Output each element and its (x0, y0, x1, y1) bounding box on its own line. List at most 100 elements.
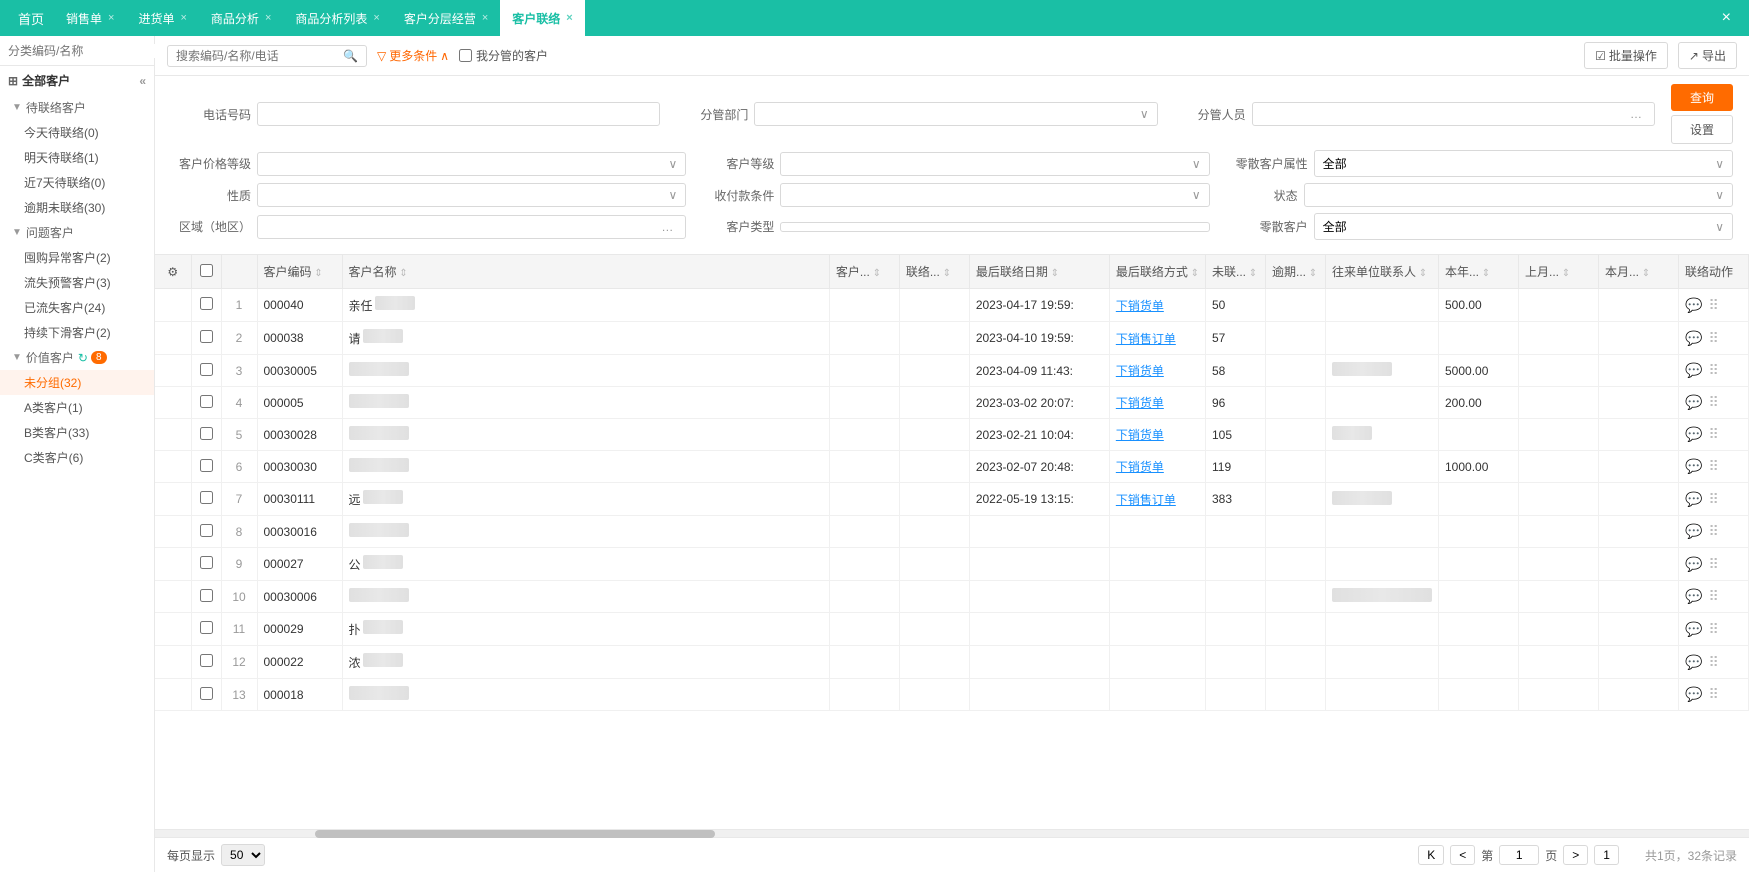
more-actions-icon[interactable]: ⠿ (1708, 588, 1718, 605)
home-tab[interactable]: 首页 (8, 0, 54, 36)
td-check[interactable] (191, 646, 221, 679)
td-last-method[interactable] (1109, 679, 1205, 711)
row-checkbox-10[interactable] (200, 621, 213, 634)
more-actions-icon[interactable]: ⠿ (1708, 426, 1718, 443)
td-check[interactable] (191, 419, 221, 451)
td-check[interactable] (191, 581, 221, 613)
status-select[interactable]: ∨ (1304, 183, 1733, 207)
th-cur-month[interactable]: 本月... (1599, 255, 1679, 289)
chat-icon[interactable]: 💬 (1685, 523, 1702, 540)
tab-goods-analysis[interactable]: 商品分析 × (199, 0, 283, 36)
score-group[interactable]: ▼ 价值客户 ↻ 8 (0, 345, 154, 370)
th-year-amt[interactable]: 本年... (1439, 255, 1519, 289)
close-tab-purchase[interactable]: × (180, 12, 186, 24)
row-checkbox-7[interactable] (200, 524, 213, 537)
sidebar-item-overdue-pending[interactable]: 逾期未联络(30) (0, 195, 154, 220)
price-level-select[interactable]: ∨ (257, 152, 686, 176)
collapse-icon[interactable]: « (139, 74, 146, 88)
main-search-icon[interactable]: 🔍 (343, 49, 358, 63)
query-button[interactable]: 查询 (1671, 84, 1733, 111)
more-actions-icon[interactable]: ⠿ (1708, 458, 1718, 475)
close-tab-goods-list[interactable]: × (373, 12, 379, 24)
more-actions-icon[interactable]: ⠿ (1708, 621, 1718, 638)
chat-icon[interactable]: 💬 (1685, 362, 1702, 379)
chat-icon[interactable]: 💬 (1685, 556, 1702, 573)
chat-icon[interactable]: 💬 (1685, 588, 1702, 605)
td-last-method[interactable] (1109, 646, 1205, 679)
horizontal-scrollbar[interactable] (155, 829, 1749, 837)
row-checkbox-8[interactable] (200, 556, 213, 569)
chat-icon[interactable]: 💬 (1685, 426, 1702, 443)
sidebar-item-today-pending[interactable]: 今天待联络(0) (0, 120, 154, 145)
sidebar-item-churned[interactable]: 已流失客户(24) (0, 295, 154, 320)
th-settings[interactable]: ⚙ (155, 255, 191, 289)
retail-cust-select[interactable]: 全部 ∨ (1314, 213, 1733, 240)
prev-page-button[interactable]: < (1450, 845, 1475, 865)
td-last-method[interactable]: 下销售订单 (1109, 322, 1205, 355)
td-check[interactable] (191, 289, 221, 322)
row-checkbox-9[interactable] (200, 589, 213, 602)
sidebar-item-declining[interactable]: 持续下滑客户(2) (0, 320, 154, 345)
td-last-method[interactable]: 下销售订单 (1109, 483, 1205, 516)
more-actions-icon[interactable]: ⠿ (1708, 523, 1718, 540)
payment-select[interactable]: ∨ (780, 183, 1209, 207)
more-actions-icon[interactable]: ⠿ (1708, 394, 1718, 411)
area-select[interactable]: … (257, 215, 686, 239)
my-customers-checkbox-label[interactable]: 我分管的客户 (459, 47, 548, 64)
td-check[interactable] (191, 613, 221, 646)
sidebar-item-class-c[interactable]: C类客户(6) (0, 445, 154, 470)
td-check[interactable] (191, 483, 221, 516)
tab-purchase[interactable]: 进货单 × (126, 0, 198, 36)
row-checkbox-2[interactable] (200, 363, 213, 376)
cust-type-select[interactable] (780, 222, 1209, 232)
td-check[interactable] (191, 387, 221, 419)
phone-input[interactable] (257, 102, 660, 126)
next-page-button[interactable]: > (1563, 845, 1588, 865)
problem-group[interactable]: ▼ 问题客户 (0, 220, 154, 245)
close-tab-goods[interactable]: × (265, 12, 271, 24)
window-close-button[interactable]: × (1712, 9, 1741, 27)
page-number-input[interactable] (1499, 845, 1539, 865)
th-unlinked[interactable]: 未联... (1206, 255, 1266, 289)
more-actions-icon[interactable]: ⠿ (1708, 362, 1718, 379)
more-actions-icon[interactable]: ⠿ (1708, 654, 1718, 671)
select-all-checkbox[interactable] (200, 264, 213, 277)
chat-icon[interactable]: 💬 (1685, 621, 1702, 638)
last-page-button[interactable]: 1 (1594, 845, 1619, 865)
cust-level-select[interactable]: ∨ (780, 152, 1209, 176)
reset-button[interactable]: 设置 (1671, 115, 1733, 144)
sidebar-item-churn-warning[interactable]: 流失预警客户(3) (0, 270, 154, 295)
row-checkbox-3[interactable] (200, 395, 213, 408)
td-check[interactable] (191, 451, 221, 483)
sidebar-item-ungroup[interactable]: 未分组(32) (0, 370, 154, 395)
close-tab-contact[interactable]: × (566, 12, 572, 24)
per-page-select[interactable]: 50 (221, 844, 265, 866)
td-last-method[interactable]: 下销货单 (1109, 289, 1205, 322)
th-last-month[interactable]: 上月... (1519, 255, 1599, 289)
batch-ops-button[interactable]: ☑ 批量操作 (1584, 42, 1668, 69)
tab-goods-list[interactable]: 商品分析列表 × (283, 0, 391, 36)
th-overdue[interactable]: 逾期... (1266, 255, 1326, 289)
all-customers-header[interactable]: ⊞ 全部客户 « (0, 66, 154, 95)
td-check[interactable] (191, 355, 221, 387)
th-type[interactable]: 客户... (829, 255, 899, 289)
close-tab-cust-mgmt[interactable]: × (482, 12, 488, 24)
th-last-method[interactable]: 最后联络方式 (1109, 255, 1205, 289)
manager-select[interactable]: … (1252, 102, 1655, 126)
row-checkbox-5[interactable] (200, 459, 213, 472)
sidebar-item-class-a[interactable]: A类客户(1) (0, 395, 154, 420)
refresh-icon[interactable]: ↻ (78, 351, 88, 365)
td-last-method[interactable]: 下销货单 (1109, 419, 1205, 451)
row-checkbox-12[interactable] (200, 687, 213, 700)
tab-sales[interactable]: 销售单 × (54, 0, 126, 36)
th-name[interactable]: 客户名称 (342, 255, 829, 289)
row-checkbox-4[interactable] (200, 427, 213, 440)
more-conditions-btn[interactable]: ▽ 更多条件 ∧ (377, 47, 449, 64)
row-checkbox-0[interactable] (200, 297, 213, 310)
td-check[interactable] (191, 322, 221, 355)
th-code[interactable]: 客户编码 (257, 255, 342, 289)
td-check[interactable] (191, 679, 221, 711)
td-last-method[interactable] (1109, 613, 1205, 646)
tab-customer-contact[interactable]: 客户联络 × (500, 0, 584, 36)
td-last-method[interactable]: 下销货单 (1109, 451, 1205, 483)
